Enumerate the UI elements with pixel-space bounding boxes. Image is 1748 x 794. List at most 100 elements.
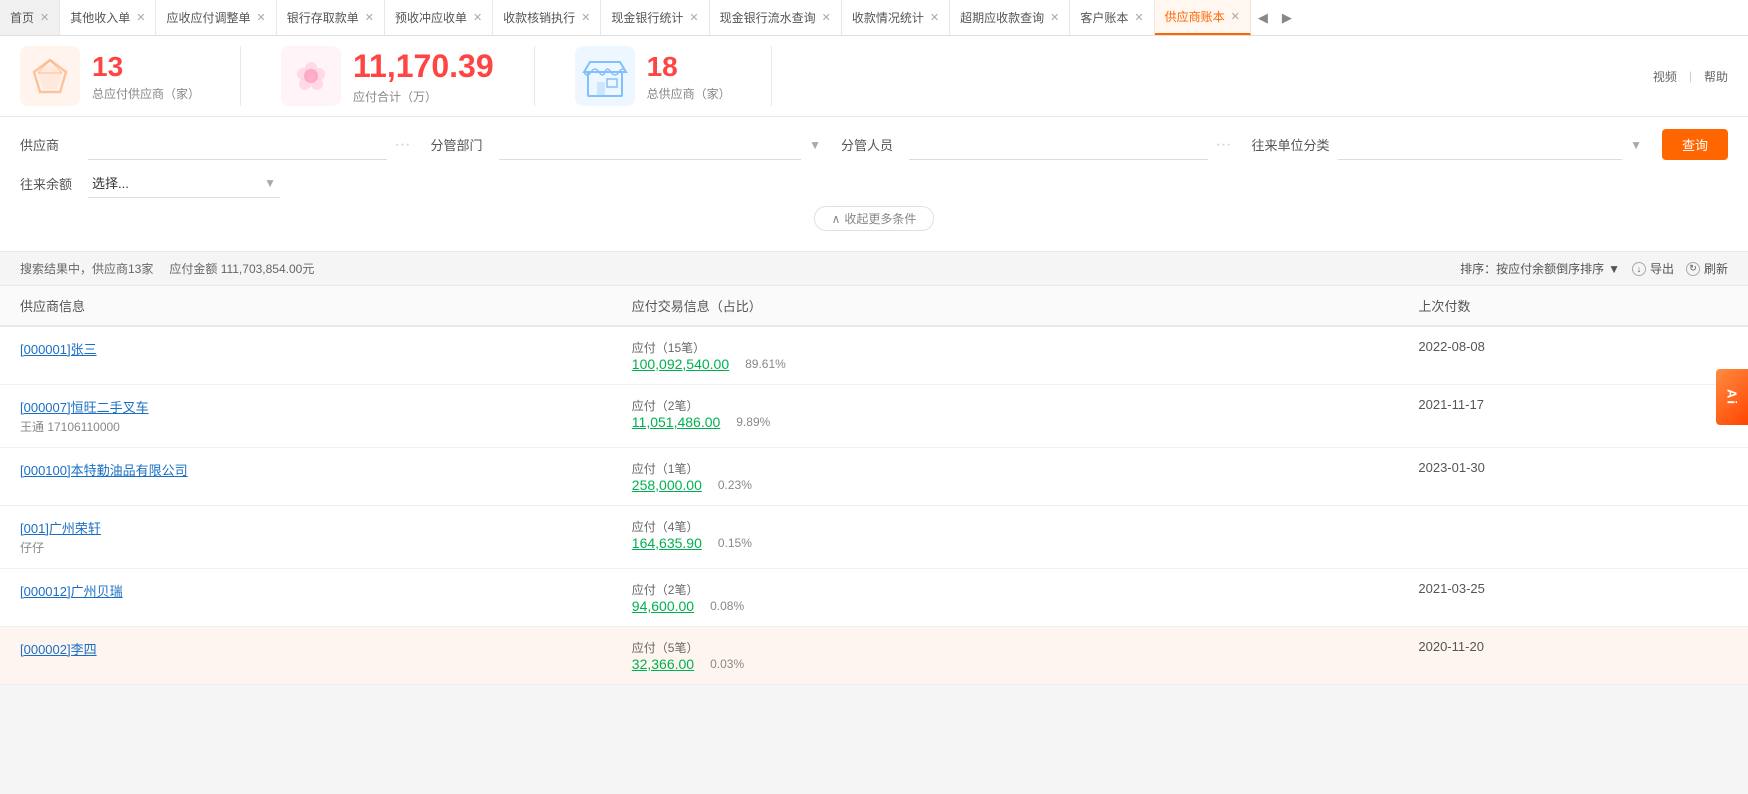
result-info-text: 搜索结果中，供应商13家 <box>20 260 153 277</box>
tx-amount-link[interactable]: 94,600.00 <box>632 598 694 614</box>
supplier-info-cell: [000002]李四 <box>0 627 612 685</box>
last-pay-cell: 2023-01-30 <box>1398 448 1748 506</box>
supplier-name-link[interactable]: [000007]恒旺二手叉车 <box>20 400 149 415</box>
nav-tab-receipt-verify-close[interactable]: ✕ <box>581 11 590 24</box>
nav-tab-overdue-ar[interactable]: 超期应收款查询 ✕ <box>950 0 1070 35</box>
nav-tab-receipt-verify[interactable]: 收款核销执行 ✕ <box>493 0 601 35</box>
category-dropdown-icon[interactable]: ▼ <box>1630 138 1642 152</box>
tx-info-cell: 应付（2笔）94,600.000.08% <box>612 569 1399 627</box>
nav-tab-receipt-stat-close[interactable]: ✕ <box>930 11 939 24</box>
person-input[interactable] <box>909 130 1208 160</box>
collapse-button[interactable]: ∧ 收起更多条件 <box>814 206 934 231</box>
stat-icon-store <box>575 46 635 106</box>
tx-amount-link[interactable]: 11,051,486.00 <box>632 414 721 430</box>
nav-tab-other-income[interactable]: 其他收入单 ✕ <box>60 0 156 35</box>
filter-area: 供应商 ··· 分管部门 ▼ 分管人员 ··· 往来单位分类 ▼ 查询 往来余额… <box>0 117 1748 252</box>
tx-amount-link[interactable]: 100,092,540.00 <box>632 356 729 372</box>
col-header-last-pay: 上次付数 <box>1398 286 1748 326</box>
tx-label: 应付（1笔） <box>632 460 1379 477</box>
nav-tab-overdue-ar-close[interactable]: ✕ <box>1050 11 1059 24</box>
table-header-row: 供应商信息 应付交易信息（占比） 上次付数 <box>0 286 1748 326</box>
nav-tab-supplier-book[interactable]: 供应商账本 ✕ <box>1155 0 1251 35</box>
result-amount-text: 应付金额 111,703,854.00元 <box>169 260 314 277</box>
supplier-name-link[interactable]: [000002]李四 <box>20 642 97 657</box>
tx-percent: 9.89% <box>736 415 770 429</box>
stat-total-payable-amount: 11,170.39 应付合计（万） <box>281 46 535 106</box>
supplier-name-link[interactable]: [000001]张三 <box>20 342 97 357</box>
tx-label: 应付（4笔） <box>632 518 1379 535</box>
help-link[interactable]: 帮助 <box>1704 68 1728 85</box>
filter-balance-label: 往来余额 <box>20 174 80 193</box>
table-row: [000100]本特勤油品有限公司 应付（1笔）258,000.00 0.23% 20… <box>0 448 1748 506</box>
query-button[interactable]: 查询 <box>1662 129 1728 160</box>
balance-dropdown-icon: ▼ <box>264 176 276 190</box>
supplier-info-cell: [000007]恒旺二手叉车王通 17106110000 <box>0 385 612 448</box>
refresh-icon: ↻ <box>1686 262 1700 276</box>
person-dots-icon[interactable]: ··· <box>1216 136 1232 154</box>
supplier-info-cell: [001]广州荣轩仔仔 <box>0 506 612 569</box>
nav-tab-home-close[interactable]: ✕ <box>40 11 49 24</box>
stat-payable-suppliers-number: 13 <box>92 50 200 84</box>
nav-tab-home-label: 首页 <box>10 9 34 26</box>
nav-tab-receipt-stat[interactable]: 收款情况统计 ✕ <box>842 0 950 35</box>
col-header-supplier: 供应商信息 <box>0 286 612 326</box>
table-row: [000002]李四应付（5笔）32,366.000.03%2020-11-20 <box>0 627 1748 685</box>
last-pay-cell: 2021-03-25 <box>1398 569 1748 627</box>
tx-amount-link[interactable]: 258,000.00 <box>632 477 702 493</box>
tx-amount-link[interactable]: 164,635.90 <box>632 535 702 551</box>
dept-input[interactable] <box>499 130 802 160</box>
ai-button[interactable]: Ai <box>1716 369 1748 425</box>
nav-tab-home[interactable]: 首页 ✕ <box>0 0 60 35</box>
stat-icon-flower <box>281 46 341 106</box>
nav-tab-ar-ap-adjust-label: 应收应付调整单 <box>166 9 250 26</box>
supplier-table: 供应商信息 应付交易信息（占比） 上次付数 [000001]张三 应付（15笔）1… <box>0 286 1748 685</box>
dept-dropdown-icon[interactable]: ▼ <box>809 138 821 152</box>
filter-dept-label: 分管部门 <box>431 135 491 154</box>
tx-amount-row: 258,000.00 0.23% <box>632 477 1379 493</box>
nav-tab-cash-bank-stat-close[interactable]: ✕ <box>689 11 698 24</box>
nav-tab-customer-book-close[interactable]: ✕ <box>1134 11 1143 24</box>
nav-tab-prepay-ar[interactable]: 预收冲应收单 ✕ <box>385 0 493 35</box>
sort-label: 排序：按应付余额倒序排序 <box>1460 260 1604 277</box>
filter-balance: 往来余额 选择... ▼ <box>20 168 280 198</box>
supplier-name-link[interactable]: [000100]本特勤油品有限公司 <box>20 463 188 478</box>
refresh-button[interactable]: ↻ 刷新 <box>1686 260 1728 277</box>
stat-total-suppliers-label: 总供应商（家） <box>647 85 731 102</box>
nav-tab-cash-bank-stat[interactable]: 现金银行统计 ✕ <box>601 0 709 35</box>
nav-tab-ar-ap-adjust-close[interactable]: ✕ <box>256 11 265 24</box>
supplier-dots-icon[interactable]: ··· <box>395 136 411 154</box>
nav-tab-other-income-close[interactable]: ✕ <box>136 11 145 24</box>
nav-tab-cash-bank-flow[interactable]: 现金银行流水查询 ✕ <box>710 0 842 35</box>
tx-amount-row: 32,366.000.03% <box>632 656 1379 672</box>
tx-info-cell: 应付（15笔）100,092,540.0089.61% <box>612 326 1399 385</box>
video-link[interactable]: 视频 <box>1653 68 1677 85</box>
nav-tab-bank-deposit[interactable]: 银行存取款单 ✕ <box>277 0 385 35</box>
collapse-up-icon: ∧ <box>832 212 841 226</box>
nav-tab-supplier-book-close[interactable]: ✕ <box>1231 10 1240 23</box>
tx-label: 应付（2笔） <box>632 397 1379 414</box>
category-input[interactable] <box>1338 130 1623 160</box>
table-scroll[interactable]: 供应商信息 应付交易信息（占比） 上次付数 [000001]张三 应付（15笔）1… <box>0 286 1748 685</box>
tx-amount-link[interactable]: 32,366.00 <box>632 656 694 672</box>
result-actions: 排序：按应付余额倒序排序 ▼ ↓ 导出 ↻ 刷新 <box>1460 260 1728 277</box>
balance-select[interactable]: 选择... ▼ <box>88 168 280 198</box>
refresh-label: 刷新 <box>1704 260 1728 277</box>
supplier-name-link[interactable]: [001]广州荣轩 <box>20 521 101 536</box>
export-button[interactable]: ↓ 导出 <box>1632 260 1674 277</box>
supplier-name-link[interactable]: [000012]广州贝瑞 <box>20 584 123 599</box>
nav-tab-bank-deposit-close[interactable]: ✕ <box>365 11 374 24</box>
nav-tab-receipt-stat-label: 收款情况统计 <box>852 9 924 26</box>
nav-prev-arrow[interactable]: ◀ <box>1251 0 1275 35</box>
nav-tab-cash-bank-flow-close[interactable]: ✕ <box>822 11 831 24</box>
nav-tab-ar-ap-adjust[interactable]: 应收应付调整单 ✕ <box>156 0 276 35</box>
supplier-input[interactable] <box>88 130 387 160</box>
nav-tab-customer-book[interactable]: 客户账本 ✕ <box>1070 0 1154 35</box>
sort-button[interactable]: 排序：按应付余额倒序排序 ▼ <box>1460 260 1620 277</box>
nav-next-arrow[interactable]: ▶ <box>1275 0 1299 35</box>
result-info: 搜索结果中，供应商13家 应付金额 111,703,854.00元 <box>20 260 314 277</box>
balance-placeholder: 选择... <box>92 173 129 192</box>
tx-percent: 0.23% <box>718 478 752 492</box>
nav-tab-overdue-ar-label: 超期应收款查询 <box>960 9 1044 26</box>
nav-tab-prepay-ar-close[interactable]: ✕ <box>473 11 482 24</box>
tx-amount-row: 94,600.000.08% <box>632 598 1379 614</box>
